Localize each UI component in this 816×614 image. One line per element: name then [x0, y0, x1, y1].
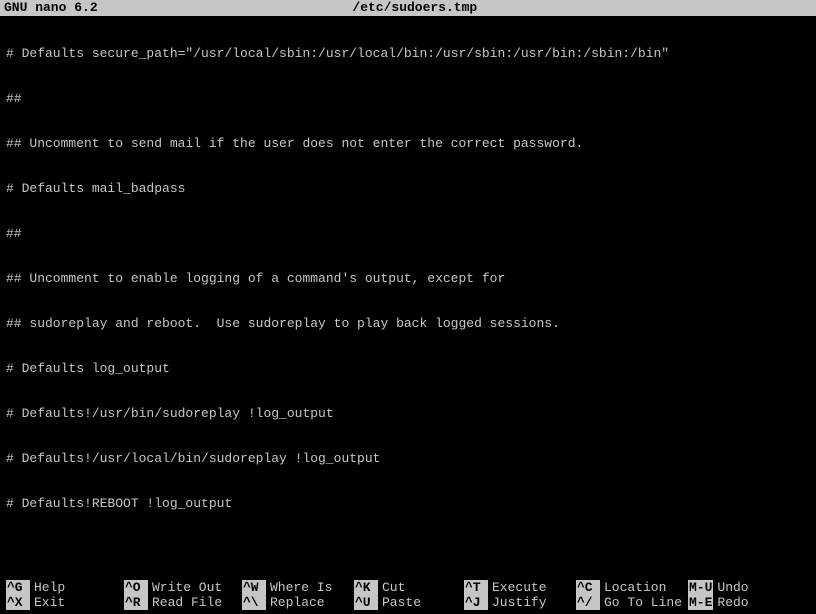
- shortcut-help[interactable]: ^GHelp: [6, 580, 124, 595]
- file-line: # Defaults!REBOOT !log_output: [6, 496, 810, 511]
- file-line: # Defaults secure_path="/usr/local/sbin:…: [6, 46, 810, 61]
- file-line: ## Uncomment to enable logging of a comm…: [6, 271, 810, 286]
- shortcut-row-2: ^XExit ^RRead File ^\Replace ^UPaste ^JJ…: [6, 595, 810, 610]
- file-line: ##: [6, 226, 810, 241]
- title-bar: GNU nano 6.2 /etc/sudoers.tmp: [0, 0, 816, 16]
- shortcut-justify[interactable]: ^JJustify: [464, 595, 576, 610]
- shortcut-undo[interactable]: M-UUndo: [688, 580, 758, 595]
- file-line: ## Uncomment to send mail if the user do…: [6, 136, 810, 151]
- shortcut-gotoline[interactable]: ^/Go To Line: [576, 595, 688, 610]
- shortcut-bar: ^GHelp ^OWrite Out ^WWhere Is ^KCut ^TEx…: [6, 580, 810, 610]
- shortcut-row-1: ^GHelp ^OWrite Out ^WWhere Is ^KCut ^TEx…: [6, 580, 810, 595]
- file-line: # Defaults!/usr/bin/sudoreplay !log_outp…: [6, 406, 810, 421]
- file-line: [6, 541, 810, 556]
- shortcut-redo[interactable]: M-ERedo: [688, 595, 758, 610]
- file-line: ## sudoreplay and reboot. Use sudoreplay…: [6, 316, 810, 331]
- shortcut-execute[interactable]: ^TExecute: [464, 580, 576, 595]
- shortcut-replace[interactable]: ^\Replace: [242, 595, 354, 610]
- shortcut-cut[interactable]: ^KCut: [354, 580, 464, 595]
- editor-area[interactable]: # Defaults secure_path="/usr/local/sbin:…: [0, 16, 816, 614]
- shortcut-whereis[interactable]: ^WWhere Is: [242, 580, 354, 595]
- shortcut-paste[interactable]: ^UPaste: [354, 595, 464, 610]
- file-line: # Defaults mail_badpass: [6, 181, 810, 196]
- shortcut-location[interactable]: ^CLocation: [576, 580, 688, 595]
- file-line: # Defaults!/usr/local/bin/sudoreplay !lo…: [6, 451, 810, 466]
- shortcut-exit[interactable]: ^XExit: [6, 595, 124, 610]
- shortcut-readfile[interactable]: ^RRead File: [124, 595, 242, 610]
- shortcut-writeout[interactable]: ^OWrite Out: [124, 580, 242, 595]
- file-line: # Defaults log_output: [6, 361, 810, 376]
- file-path: /etc/sudoers.tmp: [18, 0, 812, 16]
- file-line: ##: [6, 91, 810, 106]
